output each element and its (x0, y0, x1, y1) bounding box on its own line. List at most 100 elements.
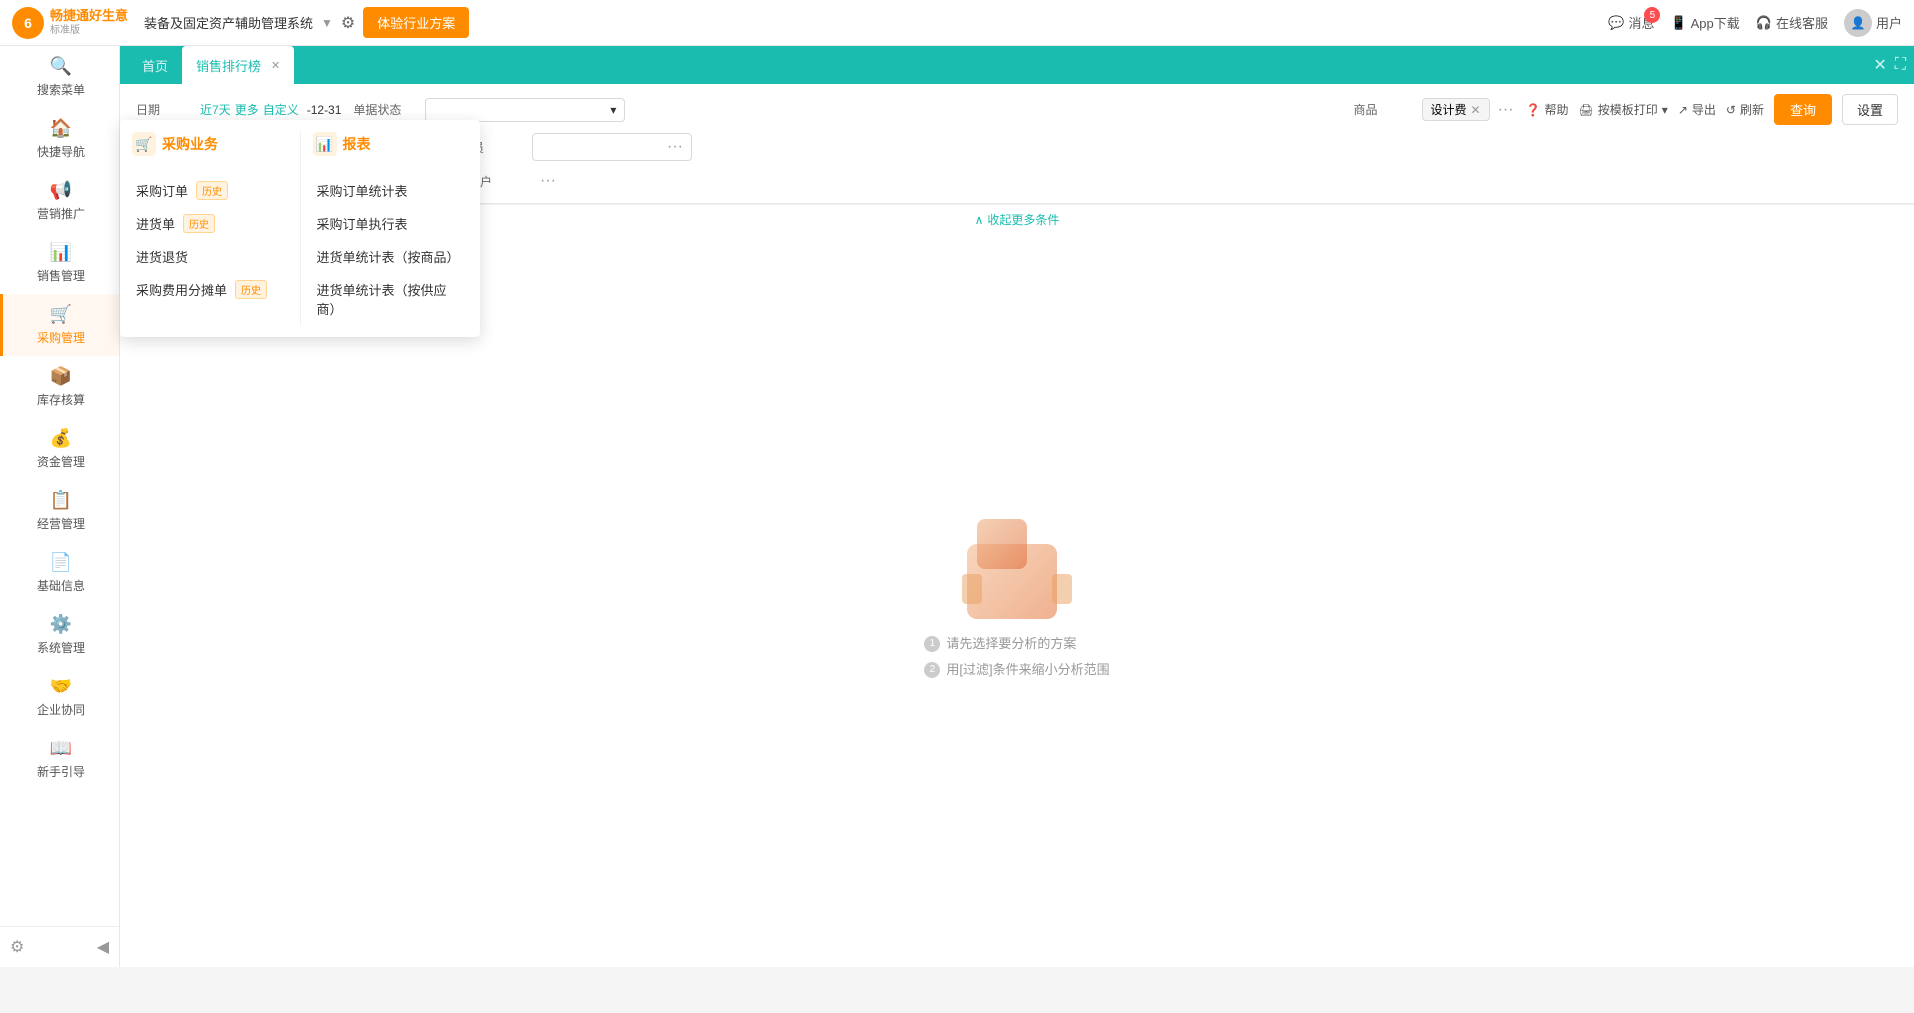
report-item-0[interactable]: 采购订单统计表 (313, 174, 469, 207)
sidebar-label-operations: 经营管理 (37, 515, 85, 532)
sidebar-item-basic[interactable]: 📄 基础信息 (0, 542, 119, 604)
sidebar-item-nav[interactable]: 🏠 快捷导航 (0, 108, 119, 170)
date-more[interactable]: 更多 (235, 101, 259, 118)
date-7days[interactable]: 近7天 (200, 101, 231, 118)
sidebar-item-search[interactable]: 🔍 搜索菜单 (0, 46, 119, 108)
query-button[interactable]: 查询 (1774, 94, 1832, 125)
empty-state: 1 请先选择要分析的方案 2 用[过滤]条件来缩小分析范围 (120, 234, 1914, 967)
top-right-area: 💬 消息 5 📱 App下载 🎧 在线客服 👤 用户 (1608, 9, 1902, 37)
sys-title-area: 装备及固定资产辅助管理系统 ▼ ⚙ 体验行业方案 (132, 7, 1608, 38)
report-item-label-2: 进货单统计表（按商品） (317, 247, 460, 266)
user-area[interactable]: 👤 用户 (1844, 9, 1902, 37)
settings-button[interactable]: 设置 (1842, 94, 1898, 125)
tab-close-1[interactable]: ✕ (271, 59, 280, 72)
sidebar-collapse-button[interactable]: ◀ (97, 937, 109, 957)
product-label: 商品 (1354, 101, 1414, 118)
refresh-button[interactable]: ↺ 刷新 (1726, 101, 1764, 118)
sidebar-item-system[interactable]: ⚙️ 系统管理 (0, 604, 119, 666)
sidebar-item-inventory[interactable]: 📦 库存核算 (0, 356, 119, 418)
report-item-2[interactable]: 进货单统计表（按商品） (313, 240, 469, 273)
tab-bar-right: ✕ ⛶ (1873, 55, 1906, 75)
logo-icon: 6 (12, 7, 44, 39)
empty-text: 1 请先选择要分析的方案 2 用[过滤]条件来缩小分析范围 (924, 631, 1109, 683)
product-area: 商品 设计费 ✕ ··· (1354, 98, 1514, 121)
sidebar-settings-button[interactable]: ⚙ (10, 937, 24, 957)
sidebar-label-finance: 资金管理 (37, 453, 85, 470)
operations-icon: 📋 (50, 490, 72, 511)
collapse-up-icon: ∧ (975, 213, 984, 227)
purchase-heading-icon: 🛒 (132, 132, 156, 156)
purchase-col: 🛒 采购业务 采购订单历史进货单历史进货退货采购费用分摊单历史 (120, 132, 300, 325)
report-col: 📊 报表 采购订单统计表采购订单执行表进货单统计表（按商品）进货单统计表（按供应… (300, 132, 481, 325)
sidebar-item-operations[interactable]: 📋 经营管理 (0, 480, 119, 542)
topbar: 6 畅捷通好生意 标准版 装备及固定资产辅助管理系统 ▼ ⚙ 体验行业方案 💬 … (0, 0, 1914, 46)
sidebar-item-guide[interactable]: 📖 新手引导 (0, 728, 119, 790)
report-item-label-1: 采购订单执行表 (317, 214, 408, 233)
help-button[interactable]: ❓ 帮助 (1526, 101, 1569, 118)
history-tag-0: 历史 (196, 181, 228, 200)
status-area: 单据状态 ▾ (353, 98, 1341, 122)
finance-icon: 💰 (50, 428, 72, 449)
purchase-item-0[interactable]: 采购订单历史 (132, 174, 288, 207)
guide-icon: 📖 (50, 738, 72, 759)
print-arrow-icon: ▾ (1662, 103, 1668, 117)
sidebar-item-enterprise[interactable]: 🤝 企业协同 (0, 666, 119, 728)
maximize-button[interactable]: ⛶ (1895, 56, 1906, 74)
system-icon: ⚙️ (50, 614, 72, 635)
date-end: -12-31 (307, 103, 342, 117)
report-item-label-0: 采购订单统计表 (317, 181, 408, 200)
inventory-icon: 📦 (50, 366, 72, 387)
message-button[interactable]: 💬 消息 5 (1608, 13, 1654, 32)
report-item-3[interactable]: 进货单统计表（按供应商） (313, 273, 469, 325)
dropdown-arrow-icon[interactable]: ▼ (321, 16, 333, 30)
sidebar: 🔍 搜索菜单 🏠 快捷导航 📢 营销推广 📊 销售管理 🛒 采购管理 📦 库存核… (0, 46, 120, 967)
sidebar-bottom: ⚙ ◀ (0, 926, 119, 967)
phone-icon: 📱 (1670, 15, 1686, 31)
settings-icon[interactable]: ⚙ (341, 13, 355, 33)
online-service-button[interactable]: 🎧 在线客服 (1756, 13, 1828, 32)
print-icon: 🖨 (1579, 103, 1594, 117)
logo-text: 畅捷通好生意 标准版 (50, 8, 128, 38)
sidebar-label-basic: 基础信息 (37, 577, 85, 594)
toolbar-right: ❓ 帮助 🖨 按模板打印 ▾ ↗ 导出 ↺ 刷新 (1526, 94, 1898, 125)
message-icon: 💬 (1608, 15, 1624, 31)
sidebar-item-sales[interactable]: 📊 销售管理 (0, 232, 119, 294)
purchase-item-3[interactable]: 采购费用分摊单历史 (132, 273, 288, 306)
purchase-heading: 🛒 采购业务 (132, 132, 288, 164)
product-more-button[interactable]: ··· (1498, 101, 1514, 119)
logo-area: 6 畅捷通好生意 标准版 (12, 7, 132, 39)
export-button[interactable]: ↗ 导出 (1678, 101, 1716, 118)
sidebar-label-nav: 快捷导航 (37, 143, 85, 160)
print-button[interactable]: 🖨 按模板打印 ▾ (1579, 101, 1668, 118)
collapse-label: 收起更多条件 (987, 211, 1059, 228)
search-icon: 🔍 (50, 56, 72, 77)
export-icon: ↗ (1678, 103, 1688, 117)
tab-1[interactable]: 销售排行榜✕ (182, 46, 294, 84)
basic-icon: 📄 (50, 552, 72, 573)
empty-step2: 2 用[过滤]条件来缩小分析范围 (924, 657, 1109, 683)
tab-bar: 首页销售排行榜✕ ✕ ⛶ (120, 46, 1914, 84)
salesman-select[interactable]: ··· (532, 133, 692, 161)
product-tag-close[interactable]: ✕ (1471, 103, 1481, 117)
sidebar-item-purchase[interactable]: 🛒 采购管理 (0, 294, 119, 356)
tab-label-0: 首页 (142, 56, 168, 75)
sidebar-label-inventory: 库存核算 (37, 391, 85, 408)
tab-0[interactable]: 首页 (128, 46, 182, 84)
report-item-1[interactable]: 采购订单执行表 (313, 207, 469, 240)
date-custom[interactable]: 自定义 (263, 101, 299, 118)
message-badge: 5 (1644, 7, 1660, 23)
status-select[interactable]: ▾ (425, 98, 625, 122)
sidebar-item-marketing[interactable]: 📢 营销推广 (0, 170, 119, 232)
purchase-item-1[interactable]: 进货单历史 (132, 207, 288, 240)
industry-button[interactable]: 体验行业方案 (363, 7, 469, 38)
step2-num: 2 (924, 662, 940, 678)
app-download-button[interactable]: 📱 App下载 (1670, 13, 1739, 32)
sidebar-label-system: 系统管理 (37, 639, 85, 656)
sidebar-item-finance[interactable]: 💰 资金管理 (0, 418, 119, 480)
customer-dots[interactable]: ··· (540, 172, 556, 190)
sidebar-label-purchase: 采购管理 (37, 329, 85, 346)
purchase-item-label-2: 进货退货 (136, 247, 188, 266)
headset-icon: 🎧 (1756, 15, 1772, 31)
close-tab-button[interactable]: ✕ (1873, 55, 1886, 75)
purchase-item-2[interactable]: 进货退货 (132, 240, 288, 273)
